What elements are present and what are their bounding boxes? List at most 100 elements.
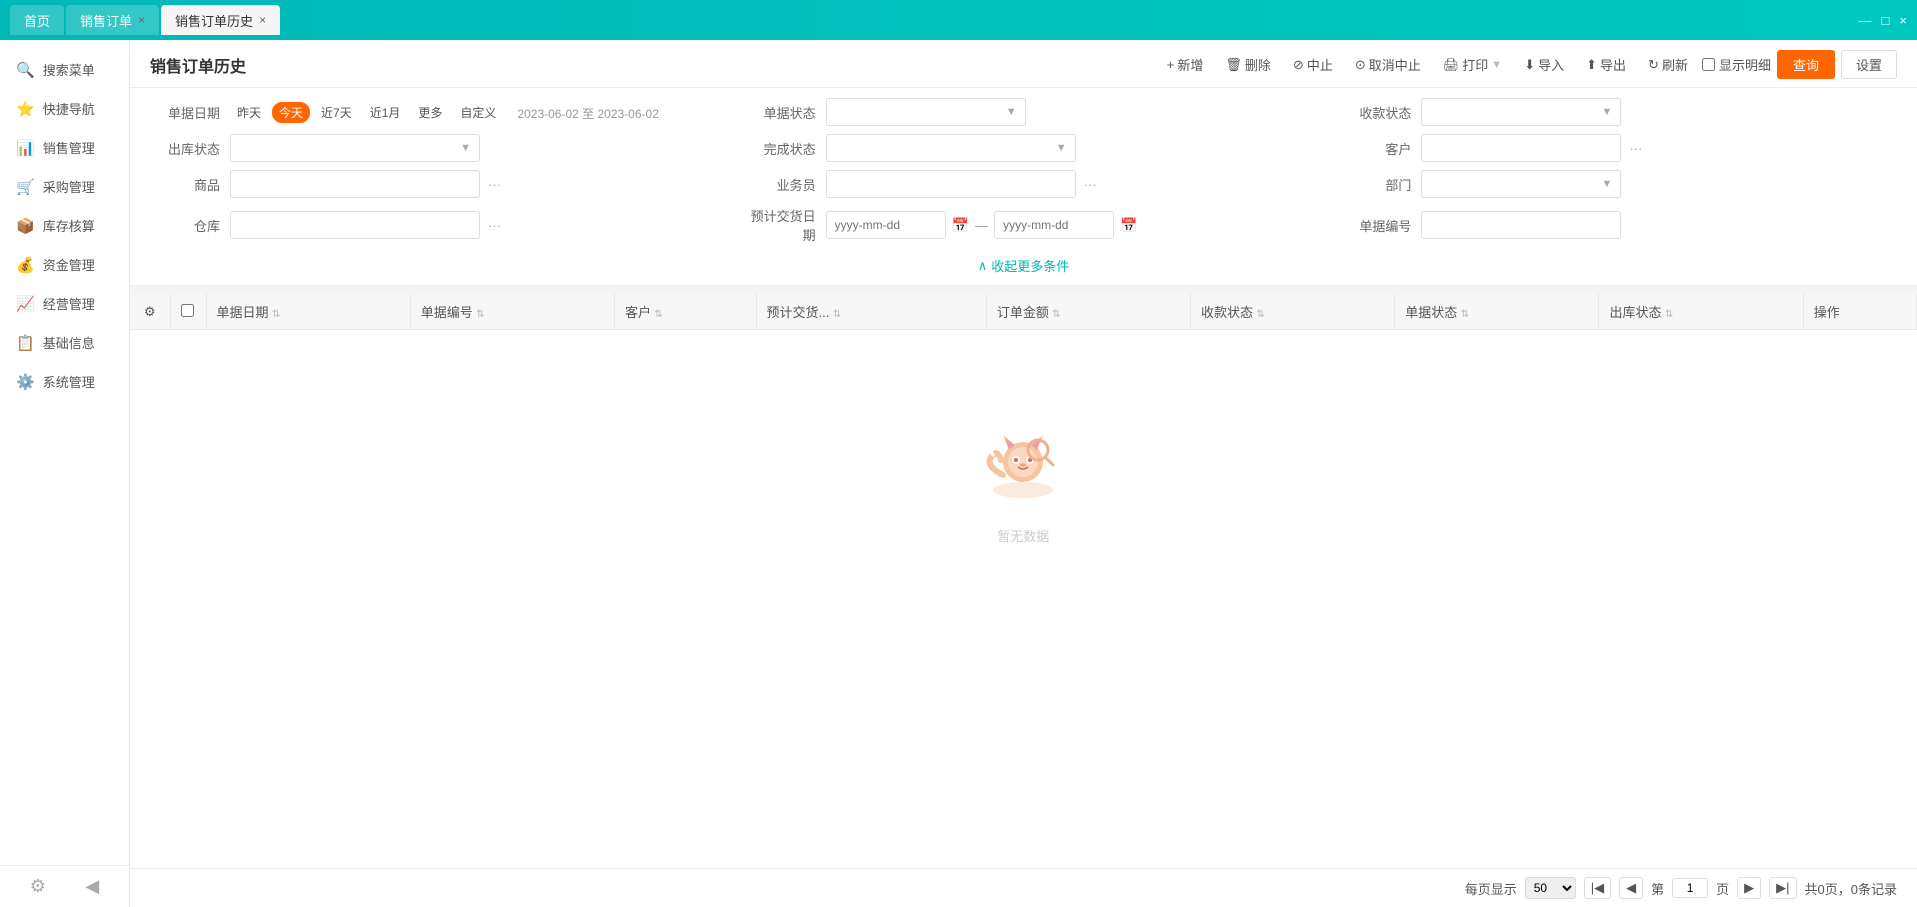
- salesperson-dots[interactable]: ···: [1080, 177, 1101, 192]
- sidebar-item-system-mgmt[interactable]: ⚙️ 系统管理: [0, 362, 129, 401]
- print-button[interactable]: 🖨 打印 ▼: [1435, 51, 1510, 78]
- import-label: 导入: [1538, 55, 1564, 74]
- sort-bill-date-icon[interactable]: ⇅: [272, 309, 280, 320]
- query-button[interactable]: 查询: [1777, 50, 1835, 79]
- sidebar: 🔍 搜索菜单 ⭐ 快捷导航 📊 销售管理 🛒 采购管理 📦 库存核算 💰 资金管…: [0, 40, 130, 907]
- tab-sales-history-close[interactable]: ×: [259, 13, 266, 27]
- th-bill-status[interactable]: 单据状态 ⇅: [1395, 294, 1599, 330]
- bill-no-input-container: [1421, 211, 1897, 239]
- export-button[interactable]: ⬆ 导出: [1578, 51, 1634, 78]
- date-btn-today[interactable]: 今天: [272, 102, 310, 123]
- sort-bill-no-icon[interactable]: ⇅: [476, 309, 484, 320]
- expected-date-from[interactable]: [826, 211, 946, 239]
- calendar-from-icon[interactable]: 📅: [952, 217, 969, 234]
- page-next-button[interactable]: ▶: [1737, 877, 1761, 899]
- th-expected-date[interactable]: 预计交货... ⇅: [756, 294, 986, 330]
- delete-button[interactable]: 🗑 删除: [1217, 51, 1279, 78]
- product-dots[interactable]: ···: [484, 177, 505, 192]
- salesperson-input[interactable]: [826, 170, 1076, 198]
- th-gear[interactable]: ⚙: [130, 294, 170, 330]
- new-button[interactable]: + 新增: [1159, 51, 1212, 78]
- sidebar-item-search-menu[interactable]: 🔍 搜索菜单: [0, 50, 129, 89]
- show-detail-checkbox-label[interactable]: 显示明细: [1702, 55, 1771, 74]
- sidebar-item-purchase-mgmt-label: 采购管理: [43, 177, 95, 196]
- window-x-icon[interactable]: ×: [1899, 13, 1907, 28]
- sort-payment-status-icon[interactable]: ⇅: [1256, 309, 1264, 320]
- th-bill-no-label: 单据编号: [421, 305, 473, 320]
- page-size-select[interactable]: 10 20 50 100: [1525, 877, 1576, 899]
- warehouse-status-select-container: ▼: [230, 134, 706, 162]
- th-payment-status[interactable]: 收款状态 ⇅: [1191, 294, 1395, 330]
- sort-expected-date-icon[interactable]: ⇅: [833, 309, 841, 320]
- window-maximize-icon[interactable]: □: [1882, 13, 1890, 28]
- department-select[interactable]: ▼: [1421, 170, 1621, 198]
- sidebar-item-sales-mgmt[interactable]: 📊 销售管理: [0, 128, 129, 167]
- salesperson-input-container: ···: [826, 170, 1302, 198]
- top-bar: 首页 销售订单 × 销售订单历史 × — □ ×: [0, 0, 1917, 40]
- sidebar-item-purchase-mgmt[interactable]: 🛒 采购管理: [0, 167, 129, 206]
- sort-order-amount-icon[interactable]: ⇅: [1052, 309, 1060, 320]
- select-all-checkbox[interactable]: [181, 304, 194, 317]
- show-detail-checkbox[interactable]: [1702, 58, 1715, 71]
- gear-settings-icon[interactable]: ⚙: [144, 304, 156, 319]
- date-btn-1month[interactable]: 近1月: [363, 102, 408, 123]
- sidebar-item-finance[interactable]: 💰 资金管理: [0, 245, 129, 284]
- stop-label: 中止: [1307, 55, 1333, 74]
- sidebar-collapse-icon[interactable]: ◀: [85, 876, 99, 897]
- bill-status-arrow: ▼: [1006, 106, 1017, 118]
- sort-warehouse-status-icon[interactable]: ⇅: [1665, 309, 1673, 320]
- date-btn-7days[interactable]: 近7天: [314, 102, 359, 123]
- sidebar-item-operation[interactable]: 📈 经营管理: [0, 284, 129, 323]
- bill-no-input[interactable]: [1421, 211, 1621, 239]
- finance-icon: 💰: [16, 256, 35, 274]
- warehouse-status-select[interactable]: ▼: [230, 134, 480, 162]
- warehouse-dots[interactable]: ···: [484, 218, 505, 233]
- import-button[interactable]: ⬇ 导入: [1516, 51, 1572, 78]
- page-first-button[interactable]: |◀: [1584, 877, 1611, 899]
- sidebar-item-quick-nav[interactable]: ⭐ 快捷导航: [0, 89, 129, 128]
- collapse-bar[interactable]: ∧ 收起更多条件: [150, 252, 1897, 275]
- th-warehouse-status[interactable]: 出库状态 ⇅: [1599, 294, 1803, 330]
- complete-status-select[interactable]: ▼: [826, 134, 1076, 162]
- date-btn-yesterday[interactable]: 昨天: [230, 102, 268, 123]
- sidebar-item-basic-info-label: 基础信息: [43, 333, 95, 352]
- product-input[interactable]: [230, 170, 480, 198]
- tab-sales-history[interactable]: 销售订单历史 ×: [161, 5, 280, 35]
- empty-state: 暂无数据: [130, 330, 1917, 585]
- stop-button[interactable]: ⊘ 中止: [1285, 51, 1341, 78]
- sort-customer-icon[interactable]: ⇅: [654, 309, 662, 320]
- refresh-button[interactable]: ↻ 刷新: [1640, 51, 1696, 78]
- tab-sales-order[interactable]: 销售订单 ×: [66, 5, 159, 35]
- date-btn-more[interactable]: 更多: [411, 102, 449, 123]
- department-label: 部门: [1341, 175, 1421, 194]
- sort-bill-status-icon[interactable]: ⇅: [1461, 309, 1469, 320]
- table-footer: 每页显示 10 20 50 100 |◀ ◀ 第 页 ▶ ▶| 共0页，0条记录: [130, 868, 1917, 907]
- bill-status-select[interactable]: ▼: [826, 98, 1026, 126]
- th-operation-label: 操作: [1814, 305, 1840, 320]
- th-checkbox[interactable]: [170, 294, 206, 330]
- sidebar-settings-icon[interactable]: ⚙: [30, 876, 46, 897]
- th-customer[interactable]: 客户 ⇅: [614, 294, 756, 330]
- cancel-stop-button[interactable]: ⊙ 取消中止: [1347, 51, 1429, 78]
- customer-dots[interactable]: ···: [1625, 141, 1646, 156]
- page-prev-button[interactable]: ◀: [1619, 877, 1643, 899]
- customer-input[interactable]: [1421, 134, 1621, 162]
- sidebar-item-basic-info[interactable]: 📋 基础信息: [0, 323, 129, 362]
- warehouse-input[interactable]: [230, 211, 480, 239]
- expected-date-to[interactable]: [994, 211, 1114, 239]
- th-order-amount[interactable]: 订单金额 ⇅: [986, 294, 1190, 330]
- table-area: ⚙ 单据日期 ⇅ 单据编号 ⇅: [130, 294, 1917, 868]
- th-bill-no[interactable]: 单据编号 ⇅: [410, 294, 614, 330]
- page-number-input[interactable]: [1672, 878, 1708, 898]
- payment-status-select[interactable]: ▼: [1421, 98, 1621, 126]
- sidebar-item-inventory[interactable]: 📦 库存核算: [0, 206, 129, 245]
- tab-sales-order-close[interactable]: ×: [138, 13, 145, 27]
- calendar-to-icon[interactable]: 📅: [1120, 217, 1137, 234]
- th-bill-date[interactable]: 单据日期 ⇅: [206, 294, 410, 330]
- date-btn-custom[interactable]: 自定义: [453, 102, 503, 123]
- tab-home[interactable]: 首页: [10, 5, 64, 35]
- empty-text: 暂无数据: [997, 526, 1049, 545]
- window-close-icon[interactable]: —: [1859, 13, 1872, 28]
- page-last-button[interactable]: ▶|: [1769, 877, 1796, 899]
- setting-button[interactable]: 设置: [1841, 50, 1897, 79]
